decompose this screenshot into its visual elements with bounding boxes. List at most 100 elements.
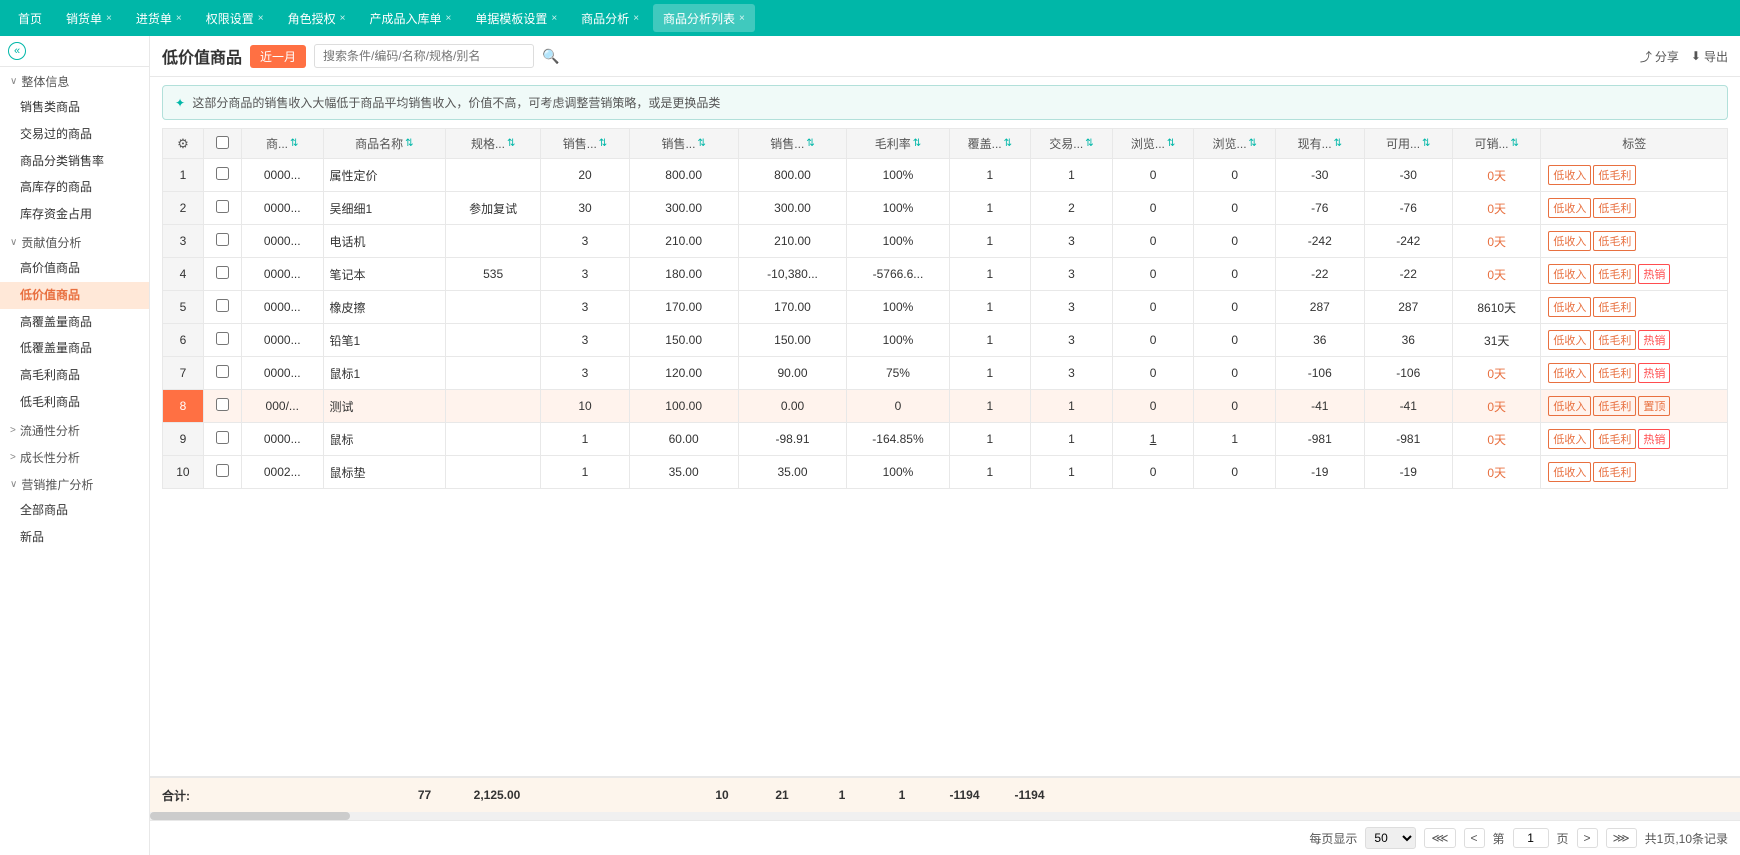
row-browse1[interactable]: 0 xyxy=(1112,456,1194,489)
sort-current-icon[interactable]: ⇅ xyxy=(1334,138,1342,149)
th-gear[interactable]: ⚙ xyxy=(163,129,204,159)
row-name[interactable]: 鼠标垫 xyxy=(323,456,445,489)
row-browse1[interactable]: 0 xyxy=(1112,192,1194,225)
row-checkbox[interactable] xyxy=(216,299,229,312)
sidebar-group-liquidity[interactable]: > 流通性分析 xyxy=(0,416,149,443)
row-name[interactable]: 笔记本 xyxy=(323,258,445,291)
row-checkbox-cell[interactable] xyxy=(203,324,241,357)
first-page-button[interactable]: ⋘ xyxy=(1424,828,1455,848)
page-number-input[interactable] xyxy=(1513,828,1549,848)
sidebar-item-high-stock[interactable]: 高库存的商品 xyxy=(0,174,149,201)
nav-close-products[interactable]: × xyxy=(445,13,451,24)
row-browse1[interactable]: 0 xyxy=(1112,291,1194,324)
row-checkbox[interactable] xyxy=(216,398,229,411)
row-checkbox[interactable] xyxy=(216,233,229,246)
settings-icon[interactable]: ⚙ xyxy=(177,136,189,151)
next-page-button[interactable]: > xyxy=(1577,828,1598,848)
nav-products[interactable]: 产成品入库单 × xyxy=(359,4,461,32)
sort-cover-icon[interactable]: ⇅ xyxy=(1004,138,1012,149)
row-checkbox[interactable] xyxy=(216,464,229,477)
horizontal-scrollbar[interactable] xyxy=(150,812,1740,820)
date-filter-button[interactable]: 近一月 xyxy=(250,45,306,68)
sidebar-item-new-goods[interactable]: 新品 xyxy=(0,524,149,551)
sidebar-group-growth[interactable]: > 成长性分析 xyxy=(0,443,149,470)
sort-trade-icon[interactable]: ⇅ xyxy=(1085,138,1093,149)
sidebar-item-sales-goods[interactable]: 销售类商品 xyxy=(0,94,149,121)
nav-close-templates[interactable]: × xyxy=(551,13,557,24)
sort-sale1-icon[interactable]: ⇅ xyxy=(697,138,705,149)
sidebar-item-high-coverage[interactable]: 高覆盖量商品 xyxy=(0,309,149,336)
row-checkbox[interactable] xyxy=(216,200,229,213)
sidebar-item-low-coverage[interactable]: 低覆盖量商品 xyxy=(0,335,149,362)
nav-close-analysis-list[interactable]: × xyxy=(739,13,745,24)
prev-page-button[interactable]: < xyxy=(1464,828,1485,848)
nav-close-roles[interactable]: × xyxy=(340,13,346,24)
row-browse1[interactable]: 0 xyxy=(1112,324,1194,357)
row-checkbox-cell[interactable] xyxy=(203,423,241,456)
th-checkbox[interactable] xyxy=(203,129,241,159)
sidebar-item-high-profit[interactable]: 高毛利商品 xyxy=(0,362,149,389)
row-browse1[interactable]: 0 xyxy=(1112,357,1194,390)
export-button[interactable]: ⬇ 导出 xyxy=(1691,48,1728,65)
row-checkbox-cell[interactable] xyxy=(203,192,241,225)
sort-usable-icon[interactable]: ⇅ xyxy=(1422,138,1430,149)
nav-templates[interactable]: 单据模板设置 × xyxy=(465,4,567,32)
row-checkbox[interactable] xyxy=(216,431,229,444)
nav-close-analysis[interactable]: × xyxy=(633,13,639,24)
row-browse1[interactable]: 1 xyxy=(1112,423,1194,456)
sidebar-group-marketing[interactable]: ∨ 营销推广分析 xyxy=(0,470,149,497)
row-name[interactable]: 吴细细1 xyxy=(323,192,445,225)
row-browse1[interactable]: 0 xyxy=(1112,225,1194,258)
sort-gross-icon[interactable]: ⇅ xyxy=(913,138,921,149)
nav-permissions[interactable]: 权限设置 × xyxy=(196,4,274,32)
sidebar-group-overview[interactable]: ∨ 整体信息 xyxy=(0,67,149,94)
sidebar-group-contribution[interactable]: ∨ 贡献值分析 xyxy=(0,228,149,255)
sidebar-item-category-sales[interactable]: 商品分类销售率 xyxy=(0,148,149,175)
row-name[interactable]: 鼠标 xyxy=(323,423,445,456)
row-name[interactable]: 铅笔1 xyxy=(323,324,445,357)
row-checkbox-cell[interactable] xyxy=(203,357,241,390)
row-checkbox-cell[interactable] xyxy=(203,456,241,489)
row-checkbox-cell[interactable] xyxy=(203,258,241,291)
row-checkbox-cell[interactable] xyxy=(203,159,241,192)
row-name[interactable]: 电话机 xyxy=(323,225,445,258)
nav-purchase[interactable]: 进货单 × xyxy=(126,4,192,32)
nav-analysis[interactable]: 商品分析 × xyxy=(571,4,649,32)
sidebar-collapse-btn[interactable]: « xyxy=(8,42,26,60)
per-page-select[interactable]: 50 10 20 100 xyxy=(1365,827,1416,849)
sort-saleqty-icon[interactable]: ⇅ xyxy=(599,138,607,149)
row-browse1[interactable]: 0 xyxy=(1112,390,1194,423)
row-name[interactable]: 橡皮擦 xyxy=(323,291,445,324)
row-checkbox-cell[interactable] xyxy=(203,225,241,258)
row-checkbox[interactable] xyxy=(216,332,229,345)
row-checkbox[interactable] xyxy=(216,365,229,378)
nav-analysis-list[interactable]: 商品分析列表 × xyxy=(653,4,755,32)
sort-name-icon[interactable]: ⇅ xyxy=(405,138,413,149)
sort-code-icon[interactable]: ⇅ xyxy=(290,138,298,149)
row-checkbox-cell[interactable] xyxy=(203,390,241,423)
row-checkbox[interactable] xyxy=(216,266,229,279)
last-page-button[interactable]: ⋙ xyxy=(1606,828,1637,848)
nav-close-purchase[interactable]: × xyxy=(176,13,182,24)
search-icon[interactable]: 🔍 xyxy=(542,48,559,65)
row-name[interactable]: 属性定价 xyxy=(323,159,445,192)
row-checkbox-cell[interactable] xyxy=(203,291,241,324)
sort-sellable-icon[interactable]: ⇅ xyxy=(1511,138,1519,149)
row-name[interactable]: 测试 xyxy=(323,390,445,423)
row-browse1[interactable]: 0 xyxy=(1112,258,1194,291)
nav-close-permissions[interactable]: × xyxy=(258,13,264,24)
sort-browse2-icon[interactable]: ⇅ xyxy=(1249,138,1257,149)
sort-sale2-icon[interactable]: ⇅ xyxy=(806,138,814,149)
sidebar-item-stock-capital[interactable]: 库存资金占用 xyxy=(0,201,149,228)
sidebar-item-low-value[interactable]: 低价值商品 xyxy=(0,282,149,309)
sidebar-item-all-goods[interactable]: 全部商品 xyxy=(0,497,149,524)
scrollbar-thumb[interactable] xyxy=(150,812,350,820)
nav-roles[interactable]: 角色授权 × xyxy=(278,4,356,32)
select-all-checkbox[interactable] xyxy=(216,136,229,149)
search-input[interactable] xyxy=(314,44,534,68)
sort-browse1-icon[interactable]: ⇅ xyxy=(1167,138,1175,149)
share-button[interactable]: ⤴ 分享 xyxy=(1640,48,1679,65)
row-checkbox[interactable] xyxy=(216,167,229,180)
row-name[interactable]: 鼠标1 xyxy=(323,357,445,390)
sidebar-item-high-value[interactable]: 高价值商品 xyxy=(0,255,149,282)
